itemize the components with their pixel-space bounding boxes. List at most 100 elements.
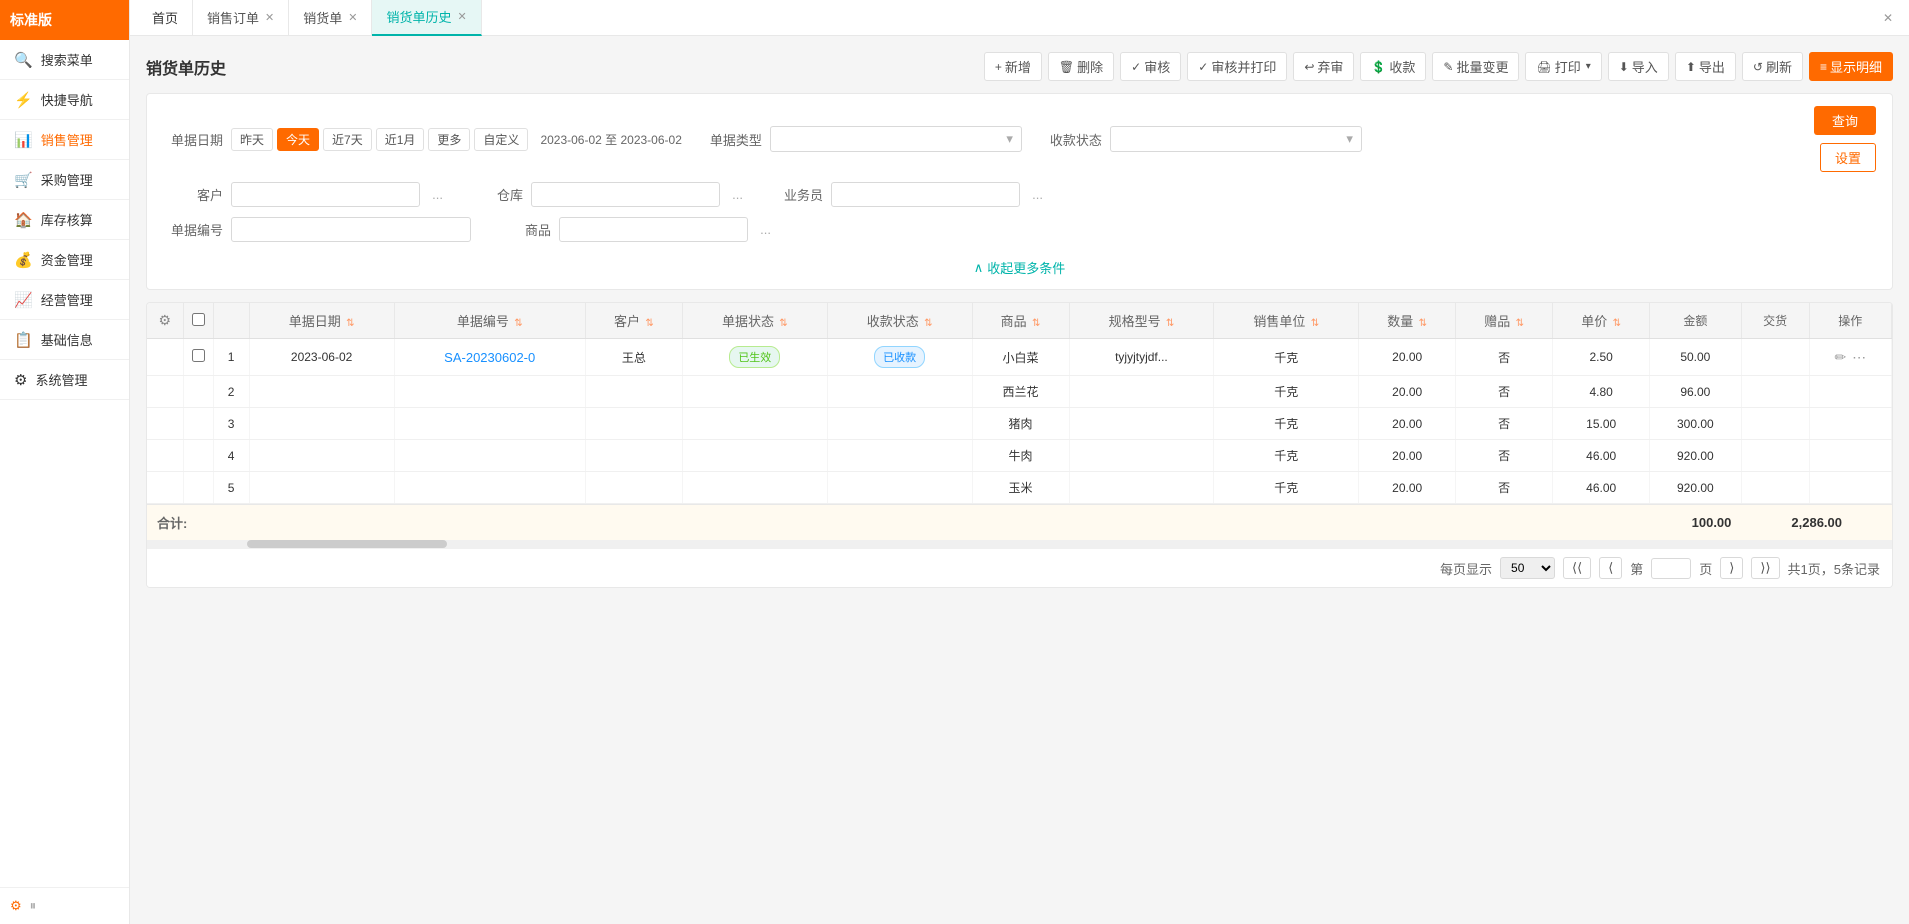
warehouse-picker-btn[interactable]: ... (732, 187, 743, 202)
table-spec-th[interactable]: 规格型号 ⇅ (1069, 303, 1214, 339)
close-all-tabs-btn[interactable]: ✕ (1883, 11, 1893, 25)
show-detail-button[interactable]: ≡ 显示明细 (1809, 52, 1893, 81)
tab-sales-history[interactable]: 销货单历史 ✕ (372, 0, 481, 36)
gift-cell: 否 (1456, 472, 1553, 504)
table-goods-th[interactable]: 商品 ⇅ (972, 303, 1069, 339)
ops-icon: 📈 (14, 291, 33, 309)
more-icon[interactable]: ⋯ (1852, 349, 1866, 366)
price-cell: 15.00 (1553, 408, 1650, 440)
footer-qty-total: 100.00 (1692, 515, 1732, 530)
table-settings-btn[interactable]: ⚙ (158, 312, 171, 329)
table-price-th[interactable]: 单价 ⇅ (1553, 303, 1650, 339)
toolbar: + 新增 🗑 删除 ✓ 审核 ✓ 审核并打印 ↩ 弃审 (984, 52, 1893, 81)
table-action-th: 操作 (1809, 303, 1891, 339)
table-scrollbar-thumb[interactable] (247, 540, 447, 548)
filter-docno-input[interactable] (231, 217, 471, 242)
date-btn-more[interactable]: 更多 (428, 128, 470, 151)
tab-home[interactable]: 首页 (138, 0, 193, 36)
setup-button[interactable]: 设置 (1820, 143, 1876, 172)
table-unit-th[interactable]: 销售单位 ⇅ (1214, 303, 1359, 339)
refresh-button[interactable]: ↺ 刷新 (1742, 52, 1803, 81)
table-scroll-area[interactable]: ⚙ 单据日期 ⇅ 单据编号 (147, 303, 1892, 504)
tab-sales-delivery[interactable]: 销货单 ✕ (289, 0, 372, 36)
date-btn-yesterday[interactable]: 昨天 (231, 128, 273, 151)
add-button[interactable]: + 新增 (984, 52, 1042, 81)
collapse-filter-btn[interactable]: ∧ 收起更多条件 (163, 252, 1876, 277)
table-header-row: ⚙ 单据日期 ⇅ 单据编号 (147, 303, 1892, 339)
page-size-select[interactable]: 50 20 100 200 (1500, 557, 1555, 579)
last-page-btn[interactable]: ⟩⟩ (1751, 557, 1779, 579)
table-scrollbar-track[interactable] (147, 540, 1892, 548)
goods-picker-btn[interactable]: ... (760, 222, 771, 237)
footer-values: 100.00 2,286.00 (217, 515, 1882, 530)
doc-status-badge: 已生效 (729, 346, 780, 368)
sidebar: 标准版 🔍 搜索菜单 ⚡ 快捷导航 📊 销售管理 🛒 采购管理 🏠 库存核算 💰… (0, 0, 130, 924)
date-btn-1month[interactable]: 近1月 (376, 128, 425, 151)
unit-sort-icon: ⇅ (1311, 318, 1319, 329)
qty-cell: 20.00 (1359, 408, 1456, 440)
sidebar-item-finance-mgmt[interactable]: 💰 资金管理 (0, 240, 129, 280)
filter-goods-input[interactable] (559, 217, 748, 242)
audit-label: 审核 (1144, 57, 1170, 76)
tab-sales-order-close[interactable]: ✕ (265, 11, 274, 24)
query-button[interactable]: 查询 (1814, 106, 1876, 135)
next-page-btn[interactable]: ⟩ (1720, 557, 1743, 579)
first-page-btn[interactable]: ⟨⟨ (1563, 557, 1591, 579)
filter-customer-item: 客户 ... (163, 182, 443, 207)
table-docstatus-th[interactable]: 单据状态 ⇅ (682, 303, 827, 339)
filter-type-label: 单据类型 (702, 130, 762, 149)
audit-print-button[interactable]: ✓ 审核并打印 (1187, 52, 1287, 81)
customer-picker-btn[interactable]: ... (432, 187, 443, 202)
page-number-input[interactable]: 1 (1651, 558, 1691, 579)
print-button[interactable]: 🖨 打印 (1525, 52, 1601, 81)
export-button[interactable]: ⬆ 导出 (1675, 52, 1736, 81)
gift-cell: 否 (1456, 376, 1553, 408)
sidebar-item-ops-mgmt[interactable]: 📈 经营管理 (0, 280, 129, 320)
import-button[interactable]: ⬇ 导入 (1608, 52, 1669, 81)
rownum-cell: 1 (213, 339, 249, 376)
audit-button[interactable]: ✓ 审核 (1120, 52, 1181, 81)
sidebar-item-sys-mgmt[interactable]: ⚙ 系统管理 (0, 360, 129, 400)
abandon-button[interactable]: ↩ 弃审 (1293, 52, 1354, 81)
tab-sales-delivery-close[interactable]: ✕ (348, 11, 357, 24)
doc-no-link[interactable]: SA-20230602-0 (444, 350, 535, 365)
footer-amount-total: 2,286.00 (1791, 515, 1842, 530)
sidebar-item-purchase-mgmt[interactable]: 🛒 采购管理 (0, 160, 129, 200)
table-docno-th[interactable]: 单据编号 ⇅ (394, 303, 585, 339)
delete-button[interactable]: 🗑 删除 (1048, 52, 1114, 81)
docdate-cell (249, 408, 394, 440)
table-docdate-th[interactable]: 单据日期 ⇅ (249, 303, 394, 339)
table-customer-th[interactable]: 客户 ⇅ (585, 303, 682, 339)
tab-bar-right: ✕ (1883, 11, 1901, 25)
collect-button[interactable]: 💲 收款 (1360, 52, 1426, 81)
edit-icon[interactable]: ✏ (1834, 349, 1846, 366)
table-gift-th[interactable]: 赠品 ⇅ (1456, 303, 1553, 339)
sidebar-bottom-icon1[interactable]: ⚙ (10, 898, 22, 914)
customer-cell (585, 440, 682, 472)
sidebar-item-basic-info[interactable]: 📋 基础信息 (0, 320, 129, 360)
table-paystatus-th[interactable]: 收款状态 ⇅ (827, 303, 972, 339)
row-checkbox[interactable] (192, 349, 205, 362)
date-btn-today[interactable]: 今天 (277, 128, 319, 151)
filter-salesperson-input[interactable] (831, 182, 1020, 207)
filter-warehouse-input[interactable] (531, 182, 720, 207)
table-qty-th[interactable]: 数量 ⇅ (1359, 303, 1456, 339)
table-select-all-checkbox[interactable] (192, 313, 205, 326)
sidebar-item-inventory-calc[interactable]: 🏠 库存核算 (0, 200, 129, 240)
sidebar-item-quick-nav[interactable]: ⚡ 快捷导航 (0, 80, 129, 120)
sidebar-item-sales-mgmt[interactable]: 📊 销售管理 (0, 120, 129, 160)
sidebar-item-search-menu[interactable]: 🔍 搜索菜单 (0, 40, 129, 80)
date-btn-7days[interactable]: 近7天 (323, 128, 372, 151)
filter-customer-input[interactable] (231, 182, 420, 207)
batch-change-button[interactable]: ✎ 批量变更 (1432, 52, 1519, 81)
filter-type-select[interactable]: ▾ (770, 126, 1022, 152)
salesperson-picker-btn[interactable]: ... (1032, 187, 1043, 202)
prev-page-btn[interactable]: ⟨ (1599, 557, 1622, 579)
table-delivery-th: 交货 (1741, 303, 1809, 339)
sidebar-bottom-icon2[interactable]: ⏸ (30, 898, 37, 914)
footer-label: 合计: (157, 513, 217, 532)
filter-payment-select[interactable]: ▾ (1110, 126, 1362, 152)
tab-sales-order[interactable]: 销售订单 ✕ (193, 0, 289, 36)
date-btn-custom[interactable]: 自定义 (474, 128, 528, 151)
tab-sales-history-close[interactable]: ✕ (458, 10, 467, 23)
